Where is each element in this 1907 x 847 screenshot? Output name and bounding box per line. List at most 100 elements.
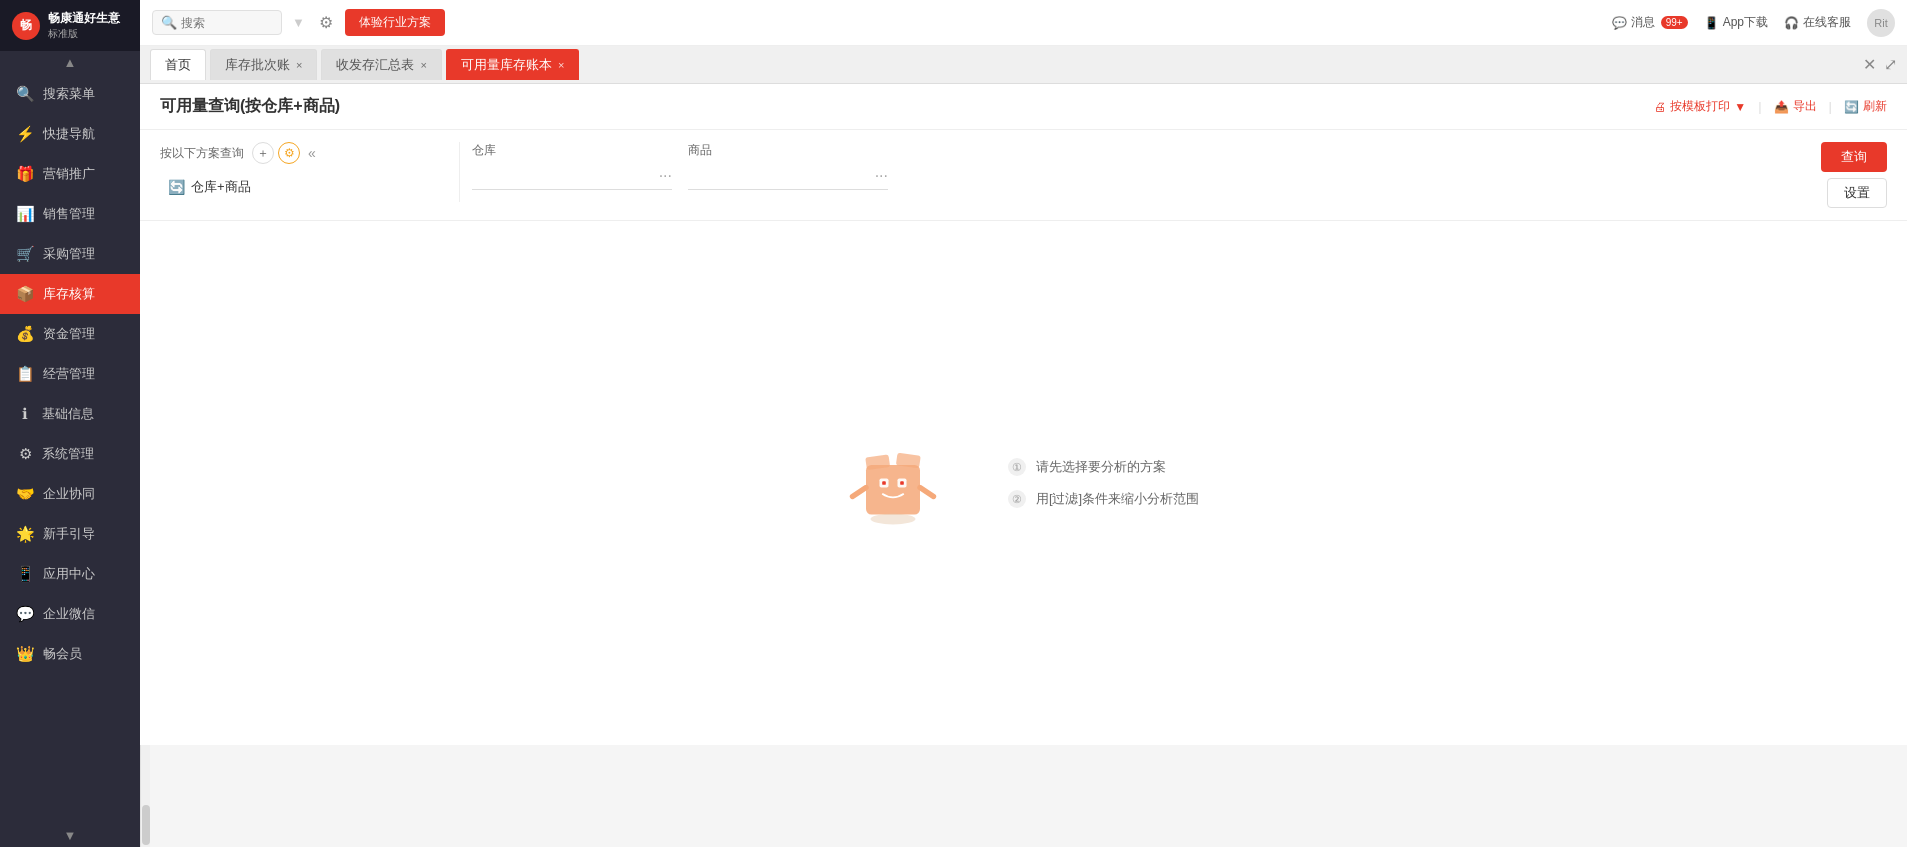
page-actions: 🖨 按模板打印 ▼ | 📤 导出 | 🔄 刷新 [1654,98,1887,115]
sidebar-item-vip[interactable]: 👑 畅会员 [0,634,140,674]
tab-available-qty[interactable]: 可用量库存账本 × [446,49,579,80]
shortcut-icon: ⚡ [16,125,35,143]
topbar-right: 💬 消息 99+ 📱 App下载 🎧 在线客服 Rit [1612,9,1895,37]
operation-icon: 📋 [16,365,35,383]
app-download-icon: 📱 [1704,16,1719,30]
sidebar-item-system[interactable]: ⚙ 系统管理 [0,434,140,474]
add-scheme-button[interactable]: ＋ [252,142,274,164]
warehouse-label: 仓库 [472,142,672,159]
export-label: 导出 [1793,98,1817,115]
sidebar-item-shortcut[interactable]: ⚡ 快捷导航 [0,114,140,154]
sidebar-item-search[interactable]: 🔍 搜索菜单 [0,74,140,114]
sidebar-item-operation[interactable]: 📋 经营管理 [0,354,140,394]
search-icon: 🔍 [161,15,177,30]
svg-rect-6 [900,481,904,485]
vip-icon: 👑 [16,645,35,663]
topbar-search-box[interactable]: 🔍 [152,10,282,35]
warehouse-input[interactable] [472,169,655,184]
sidebar-item-apps[interactable]: 📱 应用中心 [0,554,140,594]
tip-text-1: 请先选择要分析的方案 [1036,458,1166,476]
filter-icons: ＋ ⚙ [252,142,300,164]
print-label: 按模板打印 [1670,98,1730,115]
tab-receipt-summary-close[interactable]: × [420,59,426,71]
refresh-label: 刷新 [1863,98,1887,115]
warehouse-more-icon[interactable]: ··· [659,167,672,185]
basic-icon: ℹ [16,405,34,423]
filter-scheme-label: 按以下方案查询 ＋ ⚙ « [160,142,447,164]
sidebar-item-guide[interactable]: 🌟 新手引导 [0,514,140,554]
refresh-button[interactable]: 🔄 刷新 [1844,98,1887,115]
tab-home[interactable]: 首页 [150,49,206,80]
sidebar-item-basic[interactable]: ℹ 基础信息 [0,394,140,434]
app-download-button[interactable]: 📱 App下载 [1704,14,1768,31]
tip-num-2: ② [1008,490,1026,508]
sidebar-item-purchase[interactable]: 🛒 采购管理 [0,234,140,274]
sidebar-item-label: 应用中心 [43,565,95,583]
filter-scheme-text: 按以下方案查询 [160,145,244,162]
search-input[interactable] [181,16,261,30]
query-button[interactable]: 查询 [1821,142,1887,172]
sidebar-item-finance[interactable]: 💰 资金管理 [0,314,140,354]
print-dropdown-icon[interactable]: ▼ [1734,100,1746,114]
tip-text-2: 用[过滤]条件来缩小分析范围 [1036,490,1199,508]
sidebar-edition: 标准版 [48,27,120,41]
sidebar-item-label: 销售管理 [43,205,95,223]
tabs-right-controls: ✕ ⤢ [1863,55,1897,74]
settings-scheme-button[interactable]: ⚙ [278,142,300,164]
goods-input-box: ··· [688,163,888,190]
scheme-item-warehouse-goods[interactable]: 🔄 仓库+商品 [160,172,447,202]
user-avatar[interactable]: Rit [1867,9,1895,37]
sidebar-item-sales[interactable]: 📊 销售管理 [0,194,140,234]
messages-button[interactable]: 💬 消息 99+ [1612,14,1688,31]
filter-scheme-panel: 按以下方案查询 ＋ ⚙ « 🔄 仓库+商品 [160,142,460,202]
export-button[interactable]: 📤 导出 [1774,98,1817,115]
sidebar-item-label: 企业协同 [43,485,95,503]
collapse-arrow-icon[interactable]: « [308,145,316,161]
tip-item-2: ② 用[过滤]条件来缩小分析范围 [1008,490,1199,508]
sidebar-item-label: 快捷导航 [43,125,95,143]
tabs-expand-button[interactable]: ⤢ [1884,55,1897,74]
page-title: 可用量查询(按仓库+商品) [160,96,340,117]
goods-more-icon[interactable]: ··· [875,167,888,185]
sidebar-item-collab[interactable]: 🤝 企业协同 [0,474,140,514]
tab-receipt-summary[interactable]: 收发存汇总表 × [321,49,441,80]
scheme-icon: 🔄 [168,179,185,195]
svg-rect-5 [882,481,886,485]
tab-available-qty-close[interactable]: × [558,59,564,71]
sidebar-item-label: 企业微信 [43,605,95,623]
sidebar-scroll-down[interactable]: ▼ [0,824,140,847]
tab-inventory-batch[interactable]: 库存批次账 × [210,49,317,80]
empty-box-svg [848,438,938,528]
sidebar-company: 畅康通好生意 [48,10,120,27]
headset-icon: 🎧 [1784,16,1799,30]
search-menu-icon: 🔍 [16,85,35,103]
tab-home-label: 首页 [165,56,191,74]
finance-icon: 💰 [16,325,35,343]
tabs-close-button[interactable]: ✕ [1863,55,1876,74]
sidebar-scroll-up[interactable]: ▲ [0,51,140,74]
refresh-icon: 🔄 [1844,100,1859,114]
sidebar-header: 畅 畅康通好生意 标准版 [0,0,140,51]
gear-icon[interactable]: ⚙ [315,9,337,36]
sidebar-item-label: 采购管理 [43,245,95,263]
sidebar-item-marketing[interactable]: 🎁 营销推广 [0,154,140,194]
settings-button[interactable]: 设置 [1827,178,1887,208]
tab-receipt-summary-label: 收发存汇总表 [336,56,414,74]
sidebar-item-label: 经营管理 [43,365,95,383]
print-button[interactable]: 🖨 按模板打印 ▼ [1654,98,1746,115]
industry-solution-button[interactable]: 体验行业方案 [345,9,445,36]
online-service-button[interactable]: 🎧 在线客服 [1784,14,1851,31]
right-scrollbar[interactable] [140,745,150,847]
sidebar-menu: 🔍 搜索菜单 ⚡ 快捷导航 🎁 营销推广 📊 销售管理 🛒 采购管理 📦 库存核… [0,74,140,824]
sidebar-item-wechat[interactable]: 💬 企业微信 [0,594,140,634]
goods-input[interactable] [688,169,871,184]
sidebar: 畅 畅康通好生意 标准版 ▲ 🔍 搜索菜单 ⚡ 快捷导航 🎁 营销推广 📊 销售… [0,0,140,847]
query-buttons-area: 查询 设置 [1809,142,1887,208]
tab-inventory-batch-close[interactable]: × [296,59,302,71]
svg-line-8 [920,488,934,497]
sidebar-item-inventory[interactable]: 📦 库存核算 [0,274,140,314]
warehouse-filter-field: 仓库 ··· [472,142,672,190]
messages-icon: 💬 [1612,16,1627,30]
guide-icon: 🌟 [16,525,35,543]
empty-state: ① 请先选择要分析的方案 ② 用[过滤]条件来缩小分析范围 [140,221,1907,745]
